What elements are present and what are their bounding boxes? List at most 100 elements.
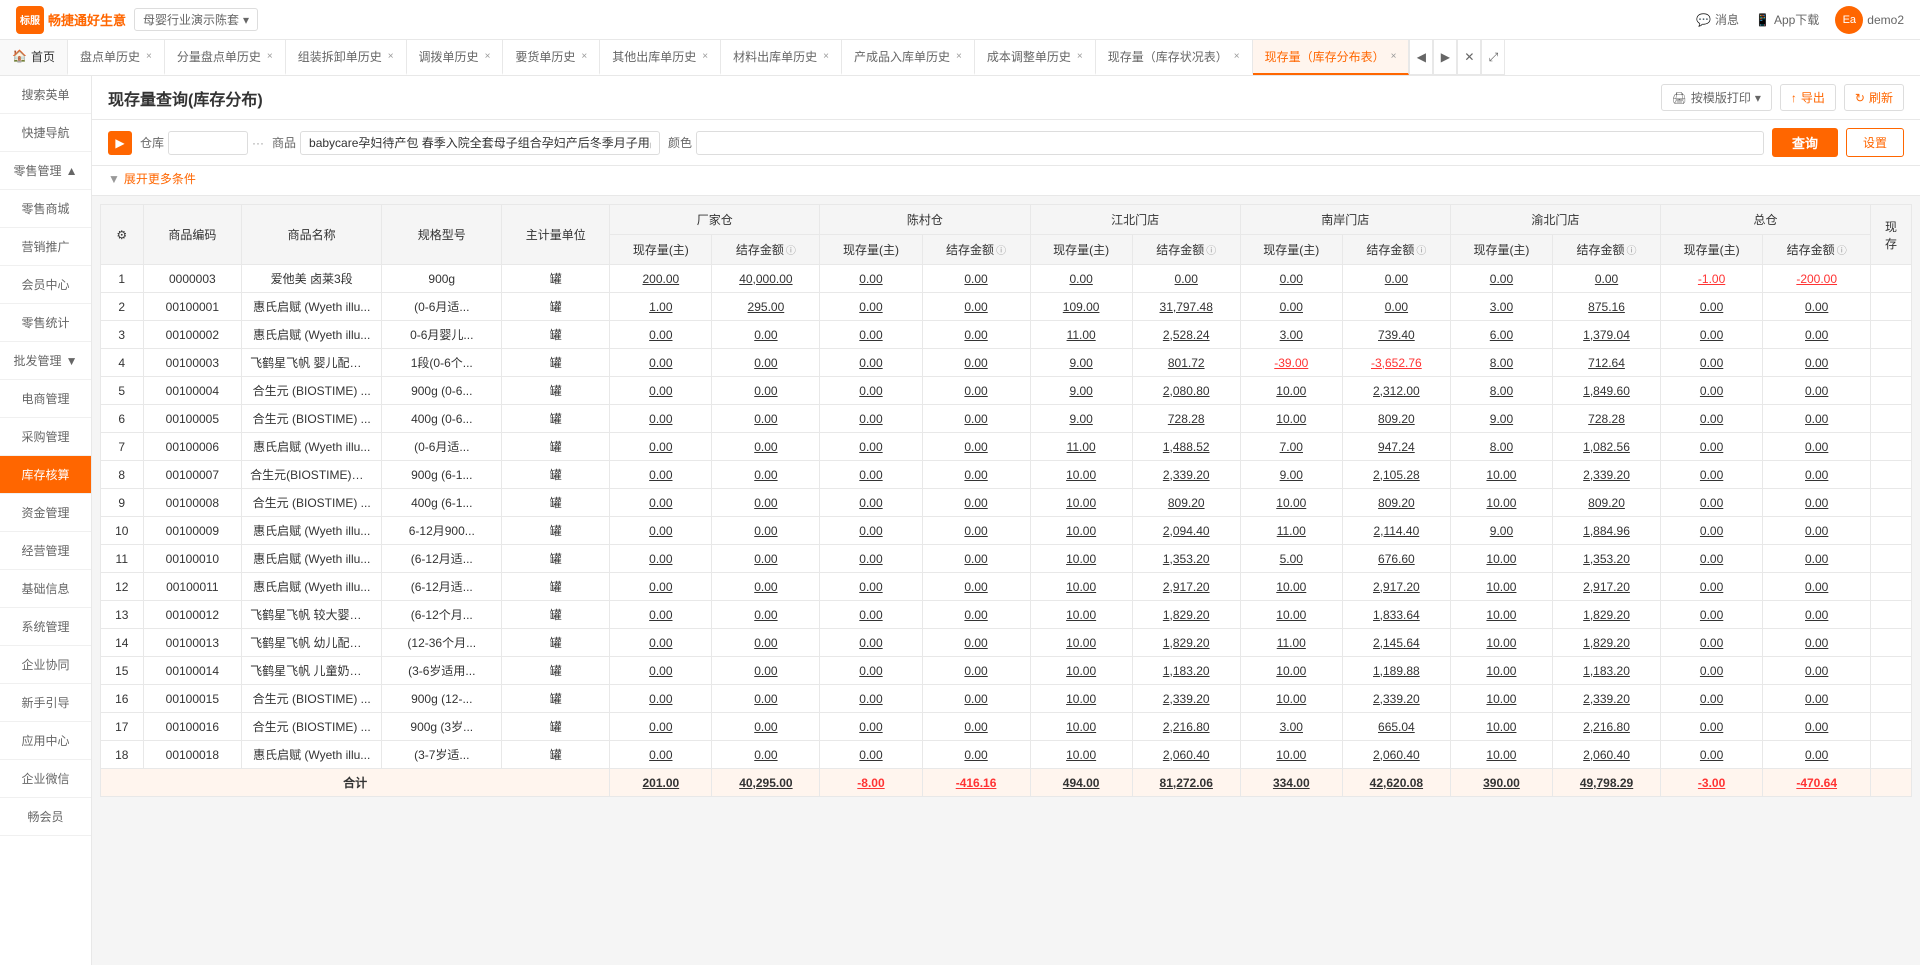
row-c2-amt[interactable]: 0.00 bbox=[922, 349, 1030, 377]
row-total-qty[interactable]: 0.00 bbox=[1660, 629, 1762, 657]
row-c5-amt[interactable]: 1,379.04 bbox=[1553, 321, 1661, 349]
row-c5-qty[interactable]: 10.00 bbox=[1450, 489, 1552, 517]
row-c3-amt[interactable]: 1,829.20 bbox=[1132, 601, 1240, 629]
row-c3-qty[interactable]: 109.00 bbox=[1030, 293, 1132, 321]
info-icon[interactable]: ⓘ bbox=[1416, 246, 1426, 257]
row-total-amt[interactable]: 0.00 bbox=[1763, 321, 1871, 349]
user-info[interactable]: Ea demo2 bbox=[1835, 6, 1904, 34]
row-c4-amt[interactable]: 665.04 bbox=[1342, 713, 1450, 741]
row-c2-amt[interactable]: 0.00 bbox=[922, 265, 1030, 293]
row-total-amt[interactable]: 0.00 bbox=[1763, 405, 1871, 433]
nav-close-all-btn[interactable]: ✕ bbox=[1457, 40, 1481, 75]
sidebar-item-ecommerce[interactable]: 电商管理 bbox=[0, 380, 91, 418]
row-c1-amt[interactable]: 0.00 bbox=[712, 657, 820, 685]
row-c5-amt[interactable]: 2,060.40 bbox=[1553, 741, 1661, 769]
row-c5-amt[interactable]: 1,829.20 bbox=[1553, 601, 1661, 629]
row-total-amt[interactable]: 0.00 bbox=[1763, 545, 1871, 573]
row-c1-qty[interactable]: 0.00 bbox=[610, 573, 712, 601]
summary-c2-amt[interactable]: -416.16 bbox=[922, 769, 1030, 797]
sidebar-item-retail-stats[interactable]: 零售统计 bbox=[0, 304, 91, 342]
row-c3-qty[interactable]: 0.00 bbox=[1030, 265, 1132, 293]
row-total-amt[interactable]: 0.00 bbox=[1763, 741, 1871, 769]
row-total-qty[interactable]: 0.00 bbox=[1660, 321, 1762, 349]
row-c2-qty[interactable]: 0.00 bbox=[820, 573, 922, 601]
row-c1-qty[interactable]: 0.00 bbox=[610, 601, 712, 629]
app-download-btn[interactable]: 📱 App下载 bbox=[1755, 11, 1819, 28]
row-c2-amt[interactable]: 0.00 bbox=[922, 489, 1030, 517]
row-c3-amt[interactable]: 801.72 bbox=[1132, 349, 1240, 377]
summary-c5-amt[interactable]: 49,798.29 bbox=[1553, 769, 1661, 797]
row-c2-qty[interactable]: 0.00 bbox=[820, 321, 922, 349]
sidebar-item-operations-mgmt[interactable]: 经营管理 bbox=[0, 532, 91, 570]
close-icon[interactable]: × bbox=[485, 51, 491, 62]
row-c5-qty[interactable]: 10.00 bbox=[1450, 657, 1552, 685]
row-c3-amt[interactable]: 1,488.52 bbox=[1132, 433, 1240, 461]
row-c2-amt[interactable]: 0.00 bbox=[922, 293, 1030, 321]
row-c2-qty[interactable]: 0.00 bbox=[820, 293, 922, 321]
sidebar-item-finance-mgmt[interactable]: 资金管理 bbox=[0, 494, 91, 532]
row-total-qty[interactable]: -1.00 bbox=[1660, 265, 1762, 293]
summary-c4-amt[interactable]: 42,620.08 bbox=[1342, 769, 1450, 797]
table-container[interactable]: ⚙ 商品编码 商品名称 规格型号 主计量单位 厂家仓 陈村仓 江北门店 南岸门店… bbox=[92, 196, 1920, 965]
row-c4-qty[interactable]: 3.00 bbox=[1240, 321, 1342, 349]
row-c5-amt[interactable]: 1,884.96 bbox=[1553, 517, 1661, 545]
row-c1-amt[interactable]: 0.00 bbox=[712, 349, 820, 377]
row-total-amt[interactable]: 0.00 bbox=[1763, 377, 1871, 405]
row-c3-qty[interactable]: 10.00 bbox=[1030, 629, 1132, 657]
row-c5-qty[interactable]: 10.00 bbox=[1450, 685, 1552, 713]
row-total-qty[interactable]: 0.00 bbox=[1660, 545, 1762, 573]
row-total-amt[interactable]: 0.00 bbox=[1763, 713, 1871, 741]
row-c4-amt[interactable]: 1,189.88 bbox=[1342, 657, 1450, 685]
row-total-amt[interactable]: 0.00 bbox=[1763, 629, 1871, 657]
row-c3-qty[interactable]: 10.00 bbox=[1030, 489, 1132, 517]
row-c5-amt[interactable]: 1,829.20 bbox=[1553, 629, 1661, 657]
row-c5-qty[interactable]: 0.00 bbox=[1450, 265, 1552, 293]
sidebar-item-member-center[interactable]: 会员中心 bbox=[0, 266, 91, 304]
row-c1-qty[interactable]: 0.00 bbox=[610, 545, 712, 573]
row-c2-qty[interactable]: 0.00 bbox=[820, 629, 922, 657]
sidebar-item-retail-mgmt[interactable]: 零售管理 ▲ bbox=[0, 152, 91, 190]
close-icon[interactable]: × bbox=[702, 51, 708, 62]
row-c2-qty[interactable]: 0.00 bbox=[820, 265, 922, 293]
row-c2-amt[interactable]: 0.00 bbox=[922, 741, 1030, 769]
row-c2-amt[interactable]: 0.00 bbox=[922, 405, 1030, 433]
sidebar-item-wholesale-mgmt[interactable]: 批发管理 ▼ bbox=[0, 342, 91, 380]
row-c5-amt[interactable]: 1,183.20 bbox=[1553, 657, 1661, 685]
tab-combo[interactable]: 组装拆卸单历史 × bbox=[286, 40, 407, 75]
row-c4-amt[interactable]: 2,339.20 bbox=[1342, 685, 1450, 713]
print-btn[interactable]: 🖨 按模版打印 ▾ bbox=[1661, 84, 1772, 111]
row-c2-amt[interactable]: 0.00 bbox=[922, 713, 1030, 741]
row-total-amt[interactable]: 0.00 bbox=[1763, 685, 1871, 713]
row-c5-amt[interactable]: 2,917.20 bbox=[1553, 573, 1661, 601]
row-c1-qty[interactable]: 0.00 bbox=[610, 349, 712, 377]
row-c5-amt[interactable]: 875.16 bbox=[1553, 293, 1661, 321]
row-c1-amt[interactable]: 0.00 bbox=[712, 601, 820, 629]
row-c1-qty[interactable]: 1.00 bbox=[610, 293, 712, 321]
row-c3-amt[interactable]: 2,528.24 bbox=[1132, 321, 1240, 349]
nav-next-btn[interactable]: ▶ bbox=[1433, 40, 1457, 75]
row-c1-amt[interactable]: 0.00 bbox=[712, 405, 820, 433]
close-icon[interactable]: × bbox=[388, 51, 394, 62]
summary-total-amt[interactable]: -470.64 bbox=[1763, 769, 1871, 797]
row-total-amt[interactable]: 0.00 bbox=[1763, 433, 1871, 461]
row-c2-qty[interactable]: 0.00 bbox=[820, 741, 922, 769]
row-total-qty[interactable]: 0.00 bbox=[1660, 657, 1762, 685]
tab-stock-status[interactable]: 现存量（库存状况表） × bbox=[1096, 40, 1253, 75]
row-c5-qty[interactable]: 10.00 bbox=[1450, 629, 1552, 657]
summary-c1-amt[interactable]: 40,295.00 bbox=[712, 769, 820, 797]
row-c3-qty[interactable]: 9.00 bbox=[1030, 405, 1132, 433]
row-c1-amt[interactable]: 0.00 bbox=[712, 713, 820, 741]
sidebar-item-retail-store[interactable]: 零售商城 bbox=[0, 190, 91, 228]
tab-stock-history[interactable]: 盘点单历史 × bbox=[68, 40, 165, 75]
row-c1-amt[interactable]: 40,000.00 bbox=[712, 265, 820, 293]
row-c3-qty[interactable]: 10.00 bbox=[1030, 573, 1132, 601]
row-c1-amt[interactable]: 0.00 bbox=[712, 685, 820, 713]
row-c1-qty[interactable]: 0.00 bbox=[610, 377, 712, 405]
sidebar-item-app-center[interactable]: 应用中心 bbox=[0, 722, 91, 760]
info-icon[interactable]: ⓘ bbox=[1837, 246, 1847, 257]
row-total-amt[interactable]: 0.00 bbox=[1763, 349, 1871, 377]
row-c4-qty[interactable]: 10.00 bbox=[1240, 405, 1342, 433]
row-c1-amt[interactable]: 0.00 bbox=[712, 461, 820, 489]
row-total-qty[interactable]: 0.00 bbox=[1660, 293, 1762, 321]
row-total-amt[interactable]: 0.00 bbox=[1763, 461, 1871, 489]
